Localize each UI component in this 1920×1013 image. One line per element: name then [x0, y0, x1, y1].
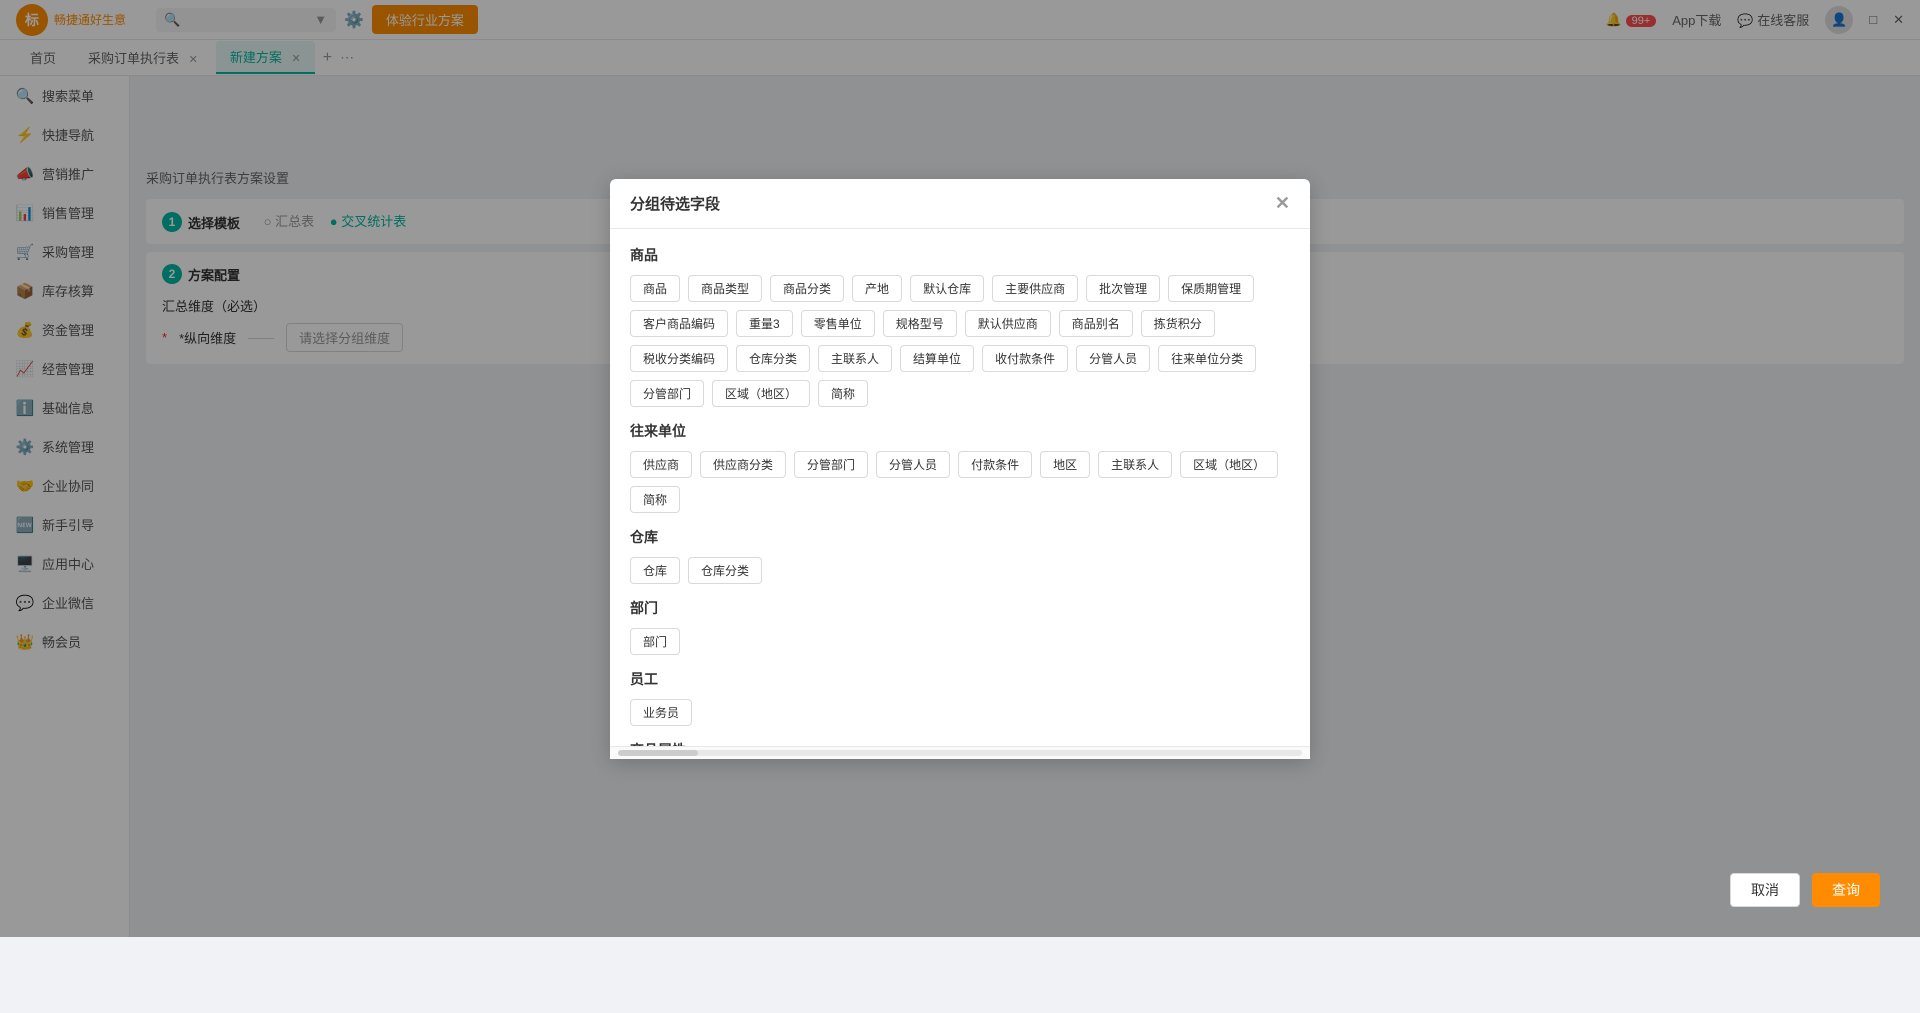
- section-tags-0: 商品商品类型商品分类产地默认仓库主要供应商批次管理保质期管理客户商品编码重量3 零…: [630, 275, 1290, 407]
- field-tag-1-1[interactable]: 供应商分类: [700, 451, 786, 478]
- field-tag-0-18[interactable]: 结算单位: [900, 345, 974, 372]
- field-tag-1-6[interactable]: 主联系人: [1098, 451, 1172, 478]
- section-title-5: 商品属性: [630, 740, 1290, 747]
- section-title-0: 商品: [630, 245, 1290, 265]
- field-tag-0-23[interactable]: 区域（地区）: [712, 380, 810, 407]
- field-tag-1-5[interactable]: 地区: [1040, 451, 1090, 478]
- field-tag-0-9[interactable]: 重量3: [736, 310, 793, 337]
- modal-body: 商品商品商品类型商品分类产地默认仓库主要供应商批次管理保质期管理客户商品编码重量…: [610, 229, 1310, 747]
- field-tag-0-24[interactable]: 简称: [818, 380, 868, 407]
- field-tag-0-8[interactable]: 客户商品编码: [630, 310, 728, 337]
- modal-title: 分组待选字段: [630, 193, 720, 214]
- field-tag-1-0[interactable]: 供应商: [630, 451, 692, 478]
- field-tag-1-4[interactable]: 付款条件: [958, 451, 1032, 478]
- field-tag-4-0[interactable]: 业务员: [630, 699, 692, 726]
- section-tags-1: 供应商供应商分类分管部门分管人员付款条件地区主联系人区域（地区） 简称: [630, 451, 1290, 513]
- field-tag-0-16[interactable]: 仓库分类: [736, 345, 810, 372]
- field-tag-0-0[interactable]: 商品: [630, 275, 680, 302]
- field-tag-0-5[interactable]: 主要供应商: [992, 275, 1078, 302]
- field-tag-0-20[interactable]: 分管人员: [1076, 345, 1150, 372]
- field-tag-1-2[interactable]: 分管部门: [794, 451, 868, 478]
- modal-close-button[interactable]: ✕: [1275, 193, 1290, 214]
- field-tag-0-4[interactable]: 默认仓库: [910, 275, 984, 302]
- section-title-3: 部门: [630, 598, 1290, 618]
- modal-header: 分组待选字段 ✕: [610, 179, 1310, 229]
- field-tag-2-1[interactable]: 仓库分类: [688, 557, 762, 584]
- field-tag-1-3[interactable]: 分管人员: [876, 451, 950, 478]
- field-tag-2-0[interactable]: 仓库: [630, 557, 680, 584]
- field-tag-0-22[interactable]: 分管部门: [630, 380, 704, 407]
- modal-horizontal-scrollbar[interactable]: [610, 746, 1310, 758]
- field-tag-0-7[interactable]: 保质期管理: [1168, 275, 1254, 302]
- section-tags-4: 业务员: [630, 699, 1290, 726]
- field-tag-0-15[interactable]: 税收分类编码: [630, 345, 728, 372]
- field-tag-0-13[interactable]: 商品别名: [1059, 310, 1133, 337]
- section-title-1: 往来单位: [630, 421, 1290, 441]
- field-tag-0-11[interactable]: 规格型号: [883, 310, 957, 337]
- section-title-2: 仓库: [630, 527, 1290, 547]
- field-tag-0-1[interactable]: 商品类型: [688, 275, 762, 302]
- field-tag-1-7[interactable]: 区域（地区）: [1180, 451, 1278, 478]
- field-tag-3-0[interactable]: 部门: [630, 628, 680, 655]
- field-tag-0-21[interactable]: 往来单位分类: [1158, 345, 1256, 372]
- field-tag-0-12[interactable]: 默认供应商: [965, 310, 1051, 337]
- footer-buttons: 取消 查询: [1730, 873, 1880, 907]
- cancel-button[interactable]: 取消: [1730, 873, 1800, 907]
- field-tag-0-14[interactable]: 拣货积分: [1141, 310, 1215, 337]
- confirm-button[interactable]: 查询: [1812, 873, 1880, 907]
- section-tags-2: 仓库仓库分类: [630, 557, 1290, 584]
- field-tag-0-2[interactable]: 商品分类: [770, 275, 844, 302]
- field-select-modal: 分组待选字段 ✕ 商品商品商品类型商品分类产地默认仓库主要供应商批次管理保质期管…: [610, 179, 1310, 759]
- field-tag-0-3[interactable]: 产地: [852, 275, 902, 302]
- field-tag-0-19[interactable]: 收付款条件: [982, 345, 1068, 372]
- field-tag-1-8[interactable]: 简称: [630, 486, 680, 513]
- field-tag-0-17[interactable]: 主联系人: [818, 345, 892, 372]
- section-tags-3: 部门: [630, 628, 1290, 655]
- field-tag-0-10[interactable]: 零售单位: [801, 310, 875, 337]
- field-tag-0-6[interactable]: 批次管理: [1086, 275, 1160, 302]
- section-title-4: 员工: [630, 669, 1290, 689]
